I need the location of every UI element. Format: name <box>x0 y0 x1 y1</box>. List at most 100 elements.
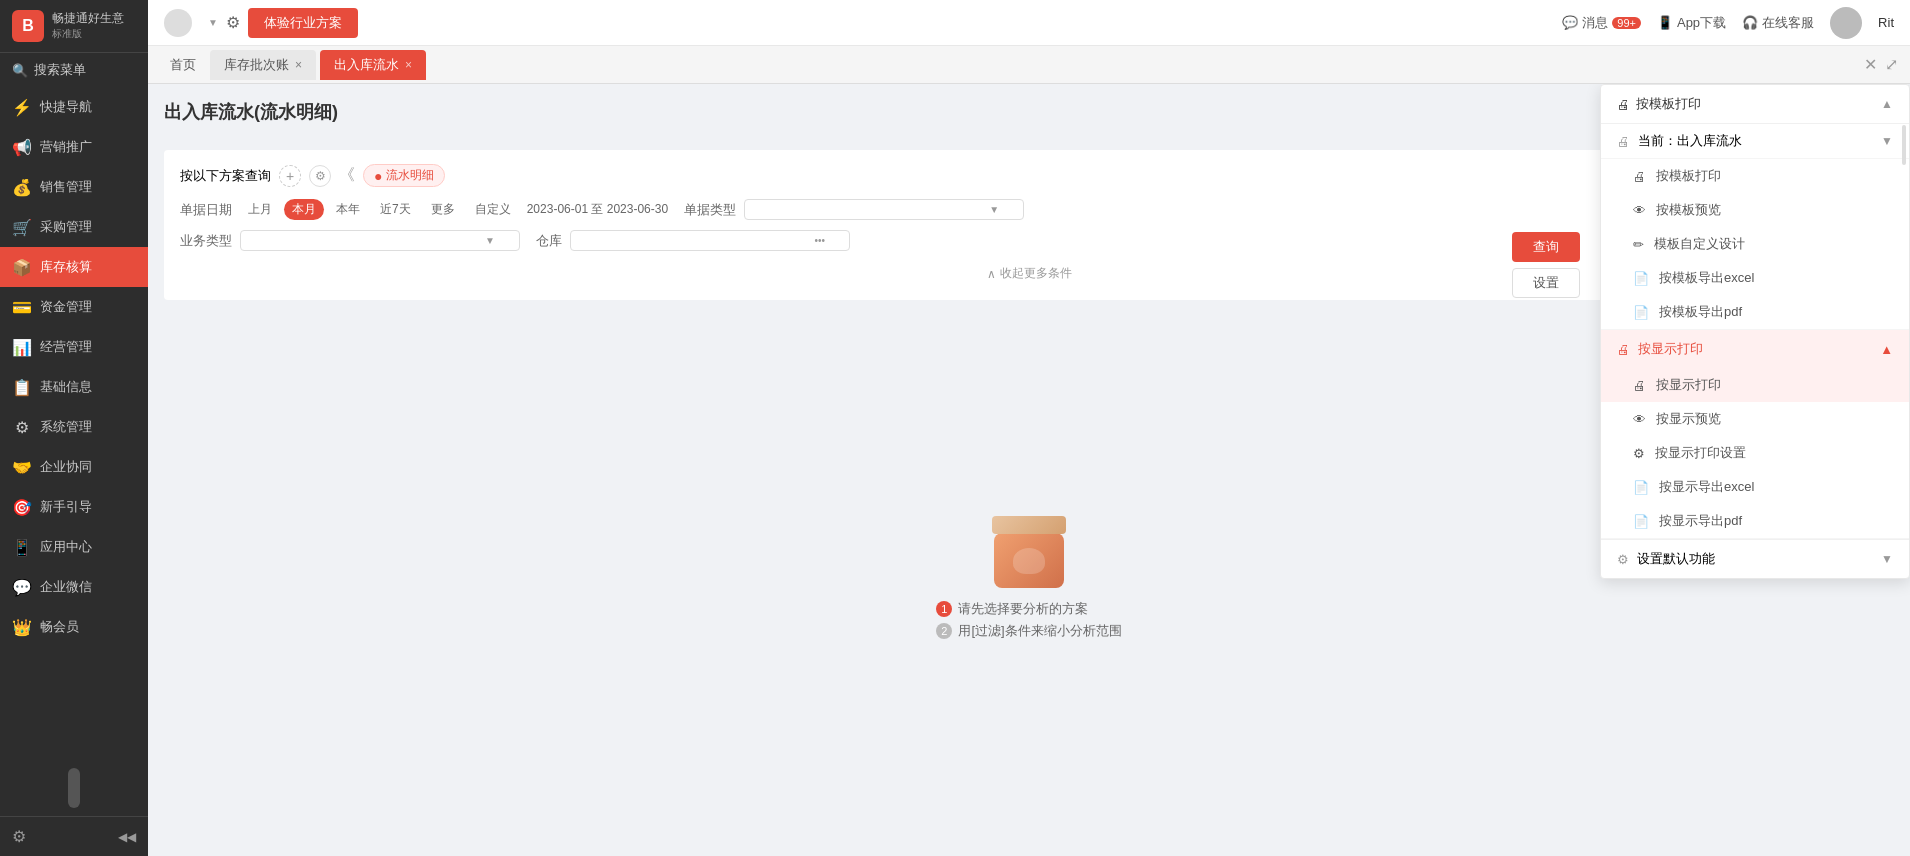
date-tab-custom[interactable]: 自定义 <box>467 199 519 220</box>
collapse-icon[interactable]: ◀◀ <box>118 830 136 844</box>
template-custom-icon: ✏ <box>1633 237 1644 252</box>
template-pdf-icon: 📄 <box>1633 305 1649 320</box>
display-section-icon: 🖨 <box>1617 342 1630 357</box>
dropdown-template-custom[interactable]: ✏ 模板自定义设计 <box>1601 227 1909 261</box>
sidebar-item-purchase[interactable]: 🛒 采购管理 <box>0 207 148 247</box>
settings-icon[interactable]: ⚙ <box>12 827 26 846</box>
dropdown-current-section: 🖨 当前：出入库流水 ▼ <box>1601 124 1909 159</box>
sidebar-item-sales[interactable]: 💰 销售管理 <box>0 167 148 207</box>
sidebar-item-label: 企业协同 <box>40 458 92 476</box>
filter-setting-button[interactable]: ⚙ <box>309 165 331 187</box>
filter-collapse-icon[interactable]: 《 <box>339 165 355 186</box>
default-section-icon: ⚙ <box>1617 552 1629 567</box>
business-type-label: 业务类型 <box>180 232 232 250</box>
sidebar-item-label: 企业微信 <box>40 578 92 596</box>
message-item[interactable]: 💬 消息 99+ <box>1562 14 1641 32</box>
app-download-icon: 📱 <box>1657 15 1673 30</box>
sidebar-item-basic[interactable]: 📋 基础信息 <box>0 367 148 407</box>
user-avatar[interactable] <box>1830 7 1862 39</box>
dropdown-default-section: ⚙ 设置默认功能 ▼ <box>1601 539 1909 578</box>
app-download-item[interactable]: 📱 App下载 <box>1657 14 1726 32</box>
warehouse-field: 仓库 ••• <box>536 230 850 251</box>
display-section-arrow[interactable]: ▲ <box>1880 342 1893 357</box>
sidebar-item-operation[interactable]: 📊 经营管理 <box>0 327 148 367</box>
dropdown-template-excel[interactable]: 📄 按模板导出excel <box>1601 261 1909 295</box>
dropdown-display-print[interactable]: 🖨 按显示打印 <box>1601 368 1909 402</box>
dropdown-display-print-settings[interactable]: ⚙ 按显示打印设置 <box>1601 436 1909 470</box>
date-field: 单据日期 上月 本月 本年 近7天 更多 自定义 2023-06-01 至 20… <box>180 199 668 220</box>
trial-button[interactable]: 体验行业方案 <box>248 8 358 38</box>
business-type-select[interactable]: ▼ <box>240 230 520 251</box>
template-print-item-label: 按模板打印 <box>1656 167 1721 185</box>
display-print-icon: 🖨 <box>1633 378 1646 393</box>
tab-batch[interactable]: 库存批次账 × <box>210 50 316 80</box>
dropdown-template-preview[interactable]: 👁 按模板预览 <box>1601 193 1909 227</box>
online-service-item[interactable]: 🎧 在线客服 <box>1742 14 1814 32</box>
collapse-label: 收起更多条件 <box>1000 265 1072 282</box>
date-tab-last-month[interactable]: 上月 <box>240 199 280 220</box>
chevron-down-icon[interactable]: ▼ <box>208 17 218 28</box>
date-tab-this-year[interactable]: 本年 <box>328 199 368 220</box>
template-print-icon: 🖨 <box>1633 169 1646 184</box>
date-tab-this-month[interactable]: 本月 <box>284 199 324 220</box>
user-display-name: Rit <box>1878 15 1894 30</box>
filter-tag[interactable]: ● 流水明细 <box>363 164 445 187</box>
sidebar-item-member[interactable]: 👑 畅会员 <box>0 607 148 647</box>
display-excel-label: 按显示导出excel <box>1659 478 1754 496</box>
sidebar-item-quick-nav[interactable]: ⚡ 快捷导航 <box>0 87 148 127</box>
sidebar-item-wechat[interactable]: 💬 企业微信 <box>0 567 148 607</box>
current-section-header[interactable]: 🖨 当前：出入库流水 ▼ <box>1601 124 1909 158</box>
dropdown-display-header[interactable]: 🖨 按显示打印 ▲ <box>1601 330 1909 368</box>
sidebar-item-label: 应用中心 <box>40 538 92 556</box>
search-icon: 🔍 <box>12 63 28 78</box>
sidebar-item-app[interactable]: 📱 应用中心 <box>0 527 148 567</box>
sidebar-search[interactable]: 🔍 搜索菜单 <box>0 53 148 87</box>
scroll-thumb[interactable] <box>1902 125 1906 165</box>
dropdown-display-pdf[interactable]: 📄 按显示导出pdf <box>1601 504 1909 538</box>
dropdown-display-excel[interactable]: 📄 按显示导出excel <box>1601 470 1909 504</box>
sidebar-item-system[interactable]: ⚙ 系统管理 <box>0 407 148 447</box>
query-button[interactable]: 查询 <box>1512 232 1580 262</box>
system-icon: ⚙ <box>12 417 32 437</box>
template-excel-icon: 📄 <box>1633 271 1649 286</box>
default-section-arrow[interactable]: ▼ <box>1881 552 1893 566</box>
doc-type-select[interactable]: ▼ <box>744 199 1024 220</box>
expand-window-icon[interactable]: ⤢ <box>1885 55 1898 74</box>
sidebar-item-marketing[interactable]: 📢 营销推广 <box>0 127 148 167</box>
sidebar-item-collab[interactable]: 🤝 企业协同 <box>0 447 148 487</box>
display-section-label: 按显示打印 <box>1638 340 1703 358</box>
sidebar-item-label: 采购管理 <box>40 218 92 236</box>
tab-flow-close[interactable]: × <box>405 58 412 72</box>
dropdown-template-pdf[interactable]: 📄 按模板导出pdf <box>1601 295 1909 329</box>
sidebar-item-inventory[interactable]: 📦 库存核算 <box>0 247 148 287</box>
dropdown-up-arrow[interactable]: ▲ <box>1881 97 1893 111</box>
display-pdf-icon: 📄 <box>1633 514 1649 529</box>
current-section-arrow[interactable]: ▼ <box>1881 134 1893 148</box>
tab-batch-close[interactable]: × <box>295 58 302 72</box>
sidebar-item-label: 快捷导航 <box>40 98 92 116</box>
tab-home[interactable]: 首页 <box>160 50 206 80</box>
dropdown-display-preview[interactable]: 👁 按显示预览 <box>1601 402 1909 436</box>
date-tab-more[interactable]: 更多 <box>423 199 463 220</box>
close-window-icon[interactable]: ✕ <box>1864 55 1877 74</box>
tab-flow[interactable]: 出入库流水 × <box>320 50 426 80</box>
warehouse-more-icon[interactable]: ••• <box>814 235 825 246</box>
warehouse-select[interactable]: ••• <box>570 230 850 251</box>
marketing-icon: 📢 <box>12 137 32 157</box>
set-button[interactable]: 设置 <box>1512 268 1580 298</box>
empty-step-1: 1 请先选择要分析的方案 <box>936 600 1121 618</box>
sidebar-item-guide[interactable]: 🎯 新手引导 <box>0 487 148 527</box>
current-section-icon: 🖨 <box>1617 134 1630 149</box>
sidebar-scroll-thumb[interactable] <box>68 768 80 808</box>
empty-illustration <box>984 508 1074 588</box>
empty-visual <box>984 508 1074 588</box>
sidebar-item-finance[interactable]: 💳 资金管理 <box>0 287 148 327</box>
topbar-gear-icon[interactable]: ⚙ <box>226 13 240 32</box>
date-tab-last7[interactable]: 近7天 <box>372 199 419 220</box>
filter-add-button[interactable]: + <box>279 165 301 187</box>
dropdown-template-print[interactable]: 🖨 按模板打印 <box>1601 159 1909 193</box>
topbar: ▼ ⚙ 体验行业方案 💬 消息 99+ 📱 App下载 🎧 在线客服 Rit <box>148 0 1910 46</box>
sidebar-item-label: 基础信息 <box>40 378 92 396</box>
template-preview-icon: 👁 <box>1633 203 1646 218</box>
dropdown-default-header[interactable]: ⚙ 设置默认功能 ▼ <box>1601 539 1909 578</box>
